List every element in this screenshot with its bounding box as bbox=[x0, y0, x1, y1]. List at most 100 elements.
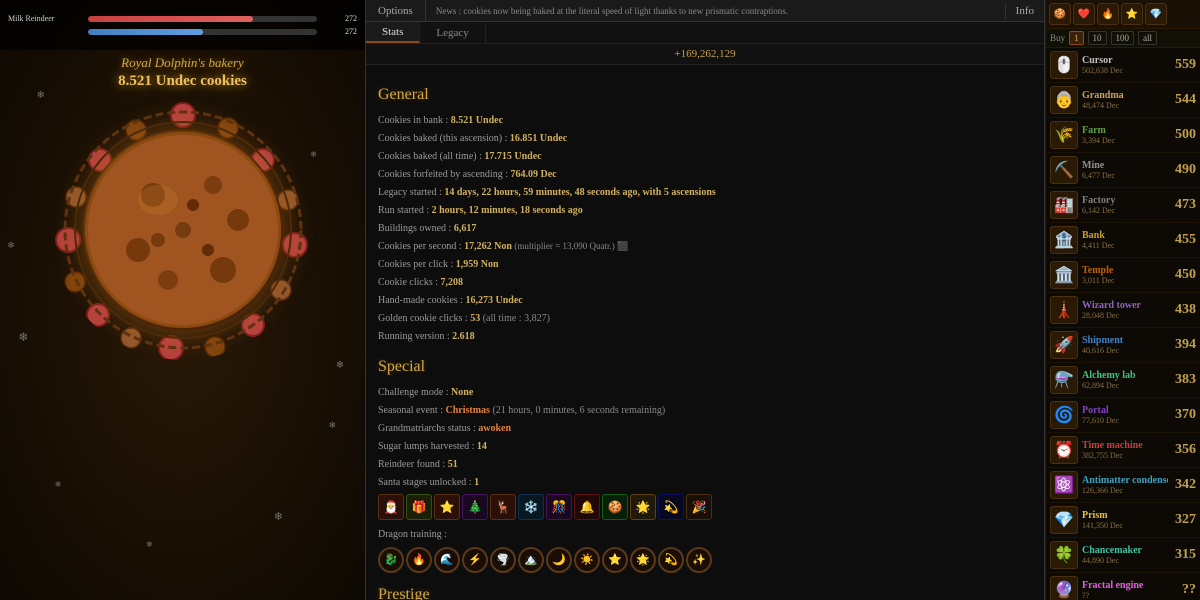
tab-stats[interactable]: Stats bbox=[366, 22, 420, 43]
santa-icon-11[interactable]: 💫 bbox=[658, 494, 684, 520]
building-list: 🖱️ Cursor 502,638 Dec 559 👵 Grandma 48,4… bbox=[1046, 48, 1200, 600]
santa-icon-4[interactable]: 🎄 bbox=[462, 494, 488, 520]
stat-version: Running version : 2.618 bbox=[378, 328, 1032, 345]
building-item-temple[interactable]: 🏛️ Temple 3,011 Dec 450 bbox=[1046, 258, 1200, 293]
building-item-alchemy-lab[interactable]: ⚗️ Alchemy lab 62,894 Dec 383 bbox=[1046, 363, 1200, 398]
building-cps-5: 4,411 Dec bbox=[1082, 241, 1168, 250]
santa-icon-1[interactable]: 🎅 bbox=[378, 494, 404, 520]
building-item-prism[interactable]: 💎 Prism 141,350 Dec 327 bbox=[1046, 503, 1200, 538]
building-item-fractal-engine[interactable]: 🔮 Fractal engine ?? ?? bbox=[1046, 573, 1200, 600]
building-name-2: Farm bbox=[1082, 125, 1168, 136]
cookie-area[interactable] bbox=[53, 100, 313, 360]
building-count-0: 559 bbox=[1168, 57, 1196, 73]
bakery-name: Royal Dolphin's bakery bbox=[0, 55, 365, 71]
building-icon-2: 🌾 bbox=[1050, 121, 1078, 149]
building-icon-14: 🍀 bbox=[1050, 541, 1078, 569]
building-item-farm[interactable]: 🌾 Farm 3,394 Dec 500 bbox=[1046, 118, 1200, 153]
santa-icon-9[interactable]: 🍪 bbox=[602, 494, 628, 520]
building-info-9: Alchemy lab 62,894 Dec bbox=[1078, 370, 1168, 390]
building-info-5: Bank 4,411 Dec bbox=[1078, 230, 1168, 250]
building-name-8: Shipment bbox=[1082, 335, 1168, 346]
building-icon-10: 🌀 bbox=[1050, 401, 1078, 429]
dragon-icon-10[interactable]: 🌟 bbox=[630, 547, 656, 573]
building-icon-11: ⏰ bbox=[1050, 436, 1078, 464]
building-name-7: Wizard tower bbox=[1082, 300, 1168, 311]
building-count-3: 490 bbox=[1168, 162, 1196, 178]
building-count-8: 394 bbox=[1168, 337, 1196, 353]
top-icon-5[interactable]: 💎 bbox=[1145, 3, 1167, 25]
building-item-bank[interactable]: 🏦 Bank 4,411 Dec 455 bbox=[1046, 223, 1200, 258]
santa-icon-6[interactable]: ❄️ bbox=[518, 494, 544, 520]
building-name-9: Alchemy lab bbox=[1082, 370, 1168, 381]
building-item-wizard-tower[interactable]: 🗼 Wizard tower 28,048 Dec 438 bbox=[1046, 293, 1200, 328]
top-icon-3[interactable]: 🔥 bbox=[1097, 3, 1119, 25]
building-info-4: Factory 6,142 Dec bbox=[1078, 195, 1168, 215]
top-icon-2[interactable]: ❤️ bbox=[1073, 3, 1095, 25]
building-cps-11: 382,755 Dec bbox=[1082, 451, 1168, 460]
santa-icon-2[interactable]: 🎁 bbox=[406, 494, 432, 520]
dragon-icon-9[interactable]: ⭐ bbox=[602, 547, 628, 573]
building-item-mine[interactable]: ⛏️ Mine 6,477 Dec 490 bbox=[1046, 153, 1200, 188]
building-item-factory[interactable]: 🏭 Factory 6,142 Dec 473 bbox=[1046, 188, 1200, 223]
left-panel: Milk Reindeer 272 272 Royal Dolphin's ba… bbox=[0, 0, 365, 600]
dragon-icon-3[interactable]: 🌊 bbox=[434, 547, 460, 573]
building-item-antimatter-condenser[interactable]: ⚛️ Antimatter condenser 126,366 Dec 342 bbox=[1046, 468, 1200, 503]
building-count-9: 383 bbox=[1168, 372, 1196, 388]
santa-icon-8[interactable]: 🔔 bbox=[574, 494, 600, 520]
top-icon-1[interactable]: 🍪 bbox=[1049, 3, 1071, 25]
dragon-icon-6[interactable]: 🏔️ bbox=[518, 547, 544, 573]
buy-selector: Buy 1 10 100 all bbox=[1046, 29, 1200, 48]
building-info-7: Wizard tower 28,048 Dec bbox=[1078, 300, 1168, 320]
top-icon-4[interactable]: ⭐ bbox=[1121, 3, 1143, 25]
stat-bar-row-1: Milk Reindeer 272 bbox=[8, 14, 357, 23]
options-btn[interactable]: Options bbox=[366, 0, 426, 21]
stat-reindeer: Reindeer found : 51 bbox=[378, 456, 1032, 473]
building-name-0: Cursor bbox=[1082, 55, 1168, 66]
building-cps-2: 3,394 Dec bbox=[1082, 136, 1168, 145]
building-info-2: Farm 3,394 Dec bbox=[1078, 125, 1168, 145]
buy-option-10[interactable]: 10 bbox=[1088, 31, 1107, 45]
santa-icon-7[interactable]: 🎊 bbox=[546, 494, 572, 520]
dragon-icon-5[interactable]: 🌪️ bbox=[490, 547, 516, 573]
dragon-icon-7[interactable]: 🌙 bbox=[546, 547, 572, 573]
dragon-icon-4[interactable]: ⚡ bbox=[462, 547, 488, 573]
buy-option-100[interactable]: 100 bbox=[1111, 31, 1135, 45]
building-name-13: Prism bbox=[1082, 510, 1168, 521]
building-item-portal[interactable]: 🌀 Portal 77,610 Dec 370 bbox=[1046, 398, 1200, 433]
building-count-12: 342 bbox=[1168, 477, 1196, 493]
buy-option-all[interactable]: all bbox=[1138, 31, 1157, 45]
santa-icon-12[interactable]: 🎉 bbox=[686, 494, 712, 520]
santa-icon-10[interactable]: 🌟 bbox=[630, 494, 656, 520]
building-item-shipment[interactable]: 🚀 Shipment 40,616 Dec 394 bbox=[1046, 328, 1200, 363]
dragon-icon-1[interactable]: 🐉 bbox=[378, 547, 404, 573]
stat-bar-row-2: 272 bbox=[8, 27, 357, 36]
big-cookie[interactable] bbox=[83, 130, 283, 330]
building-icon-4: 🏭 bbox=[1050, 191, 1078, 219]
building-item-cursor[interactable]: 🖱️ Cursor 502,638 Dec 559 bbox=[1046, 48, 1200, 83]
dragon-icon-2[interactable]: 🔥 bbox=[406, 547, 432, 573]
stat-golden: Golden cookie clicks : 53 (all time : 3,… bbox=[378, 310, 1032, 327]
building-name-15: Fractal engine bbox=[1082, 580, 1168, 591]
buy-option-1[interactable]: 1 bbox=[1069, 31, 1084, 45]
dragon-icon-11[interactable]: 💫 bbox=[658, 547, 684, 573]
info-btn[interactable]: Info bbox=[1005, 3, 1044, 19]
building-icon-5: 🏦 bbox=[1050, 226, 1078, 254]
santa-icon-5[interactable]: 🦌 bbox=[490, 494, 516, 520]
tab-legacy[interactable]: Legacy bbox=[420, 22, 485, 43]
building-name-12: Antimatter condenser bbox=[1082, 475, 1168, 486]
building-item-grandma[interactable]: 👵 Grandma 48,474 Dec 544 bbox=[1046, 83, 1200, 118]
bar1-fill bbox=[88, 16, 253, 22]
dragon-icon-12[interactable]: ✨ bbox=[686, 547, 712, 573]
stat-lumps: Sugar lumps harvested : 14 bbox=[378, 438, 1032, 455]
building-item-chancemaker[interactable]: 🍀 Chancemaker 44,890 Dec 315 bbox=[1046, 538, 1200, 573]
news-ticker: News : cookies now being baked at the li… bbox=[426, 6, 1005, 16]
dragon-icon-8[interactable]: ☀️ bbox=[574, 547, 600, 573]
building-info-11: Time machine 382,755 Dec bbox=[1078, 440, 1168, 460]
cookie-svg bbox=[83, 130, 283, 330]
building-count-10: 370 bbox=[1168, 407, 1196, 423]
santa-icon-3[interactable]: ⭐ bbox=[434, 494, 460, 520]
stat-challenge: Challenge mode : None bbox=[378, 384, 1032, 401]
buy-label: Buy bbox=[1050, 33, 1065, 43]
stat-handmade: Hand-made cookies : 16,273 Undec bbox=[378, 292, 1032, 309]
building-item-time-machine[interactable]: ⏰ Time machine 382,755 Dec 356 bbox=[1046, 433, 1200, 468]
